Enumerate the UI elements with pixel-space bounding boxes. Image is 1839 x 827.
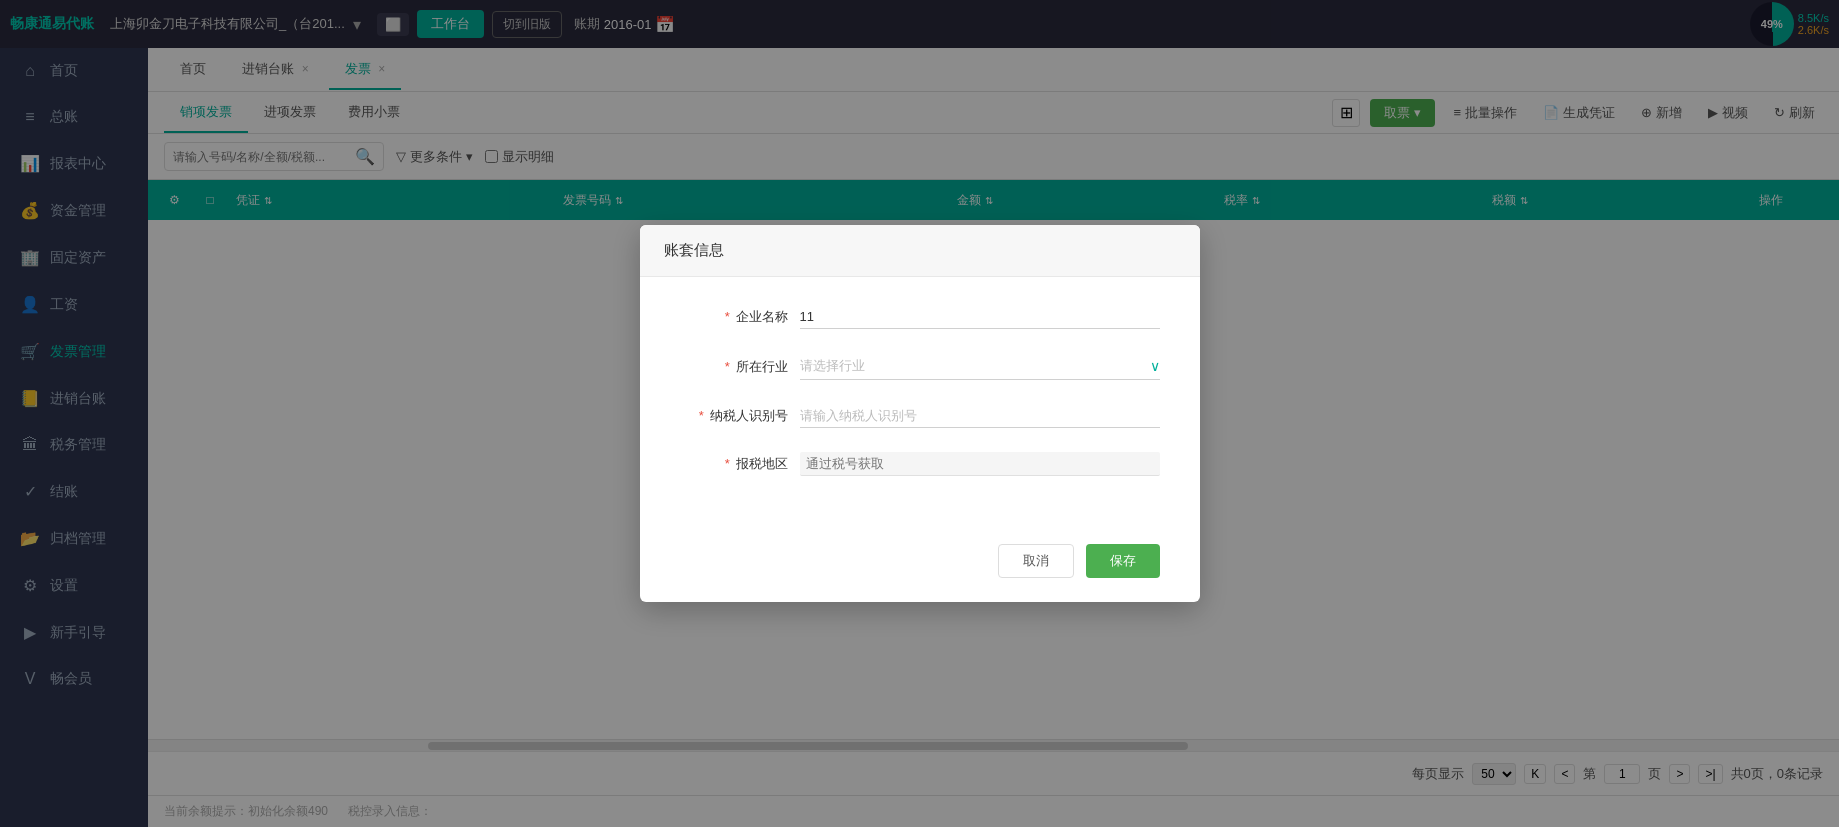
industry-select[interactable]: 请选择行业 ∨ — [800, 353, 1160, 380]
modal-footer: 取消 保存 — [640, 528, 1200, 602]
company-name-label: * 企业名称 — [680, 308, 800, 326]
modal-title: 账套信息 — [664, 241, 724, 258]
account-info-modal: 账套信息 * 企业名称 * 所在行业 请选择行业 ∨ — [640, 225, 1200, 602]
tax-id-label: * 纳税人识别号 — [680, 407, 800, 425]
form-row-tax-region: * 报税地区 — [680, 452, 1160, 476]
modal-body: * 企业名称 * 所在行业 请选择行业 ∨ * 纳 — [640, 277, 1200, 528]
form-row-tax-id: * 纳税人识别号 — [680, 404, 1160, 428]
industry-label: * 所在行业 — [680, 358, 800, 376]
tax-region-label: * 报税地区 — [680, 455, 800, 473]
save-button[interactable]: 保存 — [1086, 544, 1160, 578]
company-name-input[interactable] — [800, 305, 1160, 329]
form-row-industry: * 所在行业 请选择行业 ∨ — [680, 353, 1160, 380]
industry-dropdown-icon: ∨ — [1150, 358, 1160, 374]
tax-id-input[interactable] — [800, 404, 1160, 428]
industry-placeholder: 请选择行业 — [800, 357, 1150, 375]
cancel-button[interactable]: 取消 — [998, 544, 1074, 578]
modal-overlay[interactable]: 账套信息 * 企业名称 * 所在行业 请选择行业 ∨ — [0, 0, 1839, 827]
tax-region-input — [800, 452, 1160, 476]
modal-header: 账套信息 — [640, 225, 1200, 277]
form-row-company: * 企业名称 — [680, 305, 1160, 329]
